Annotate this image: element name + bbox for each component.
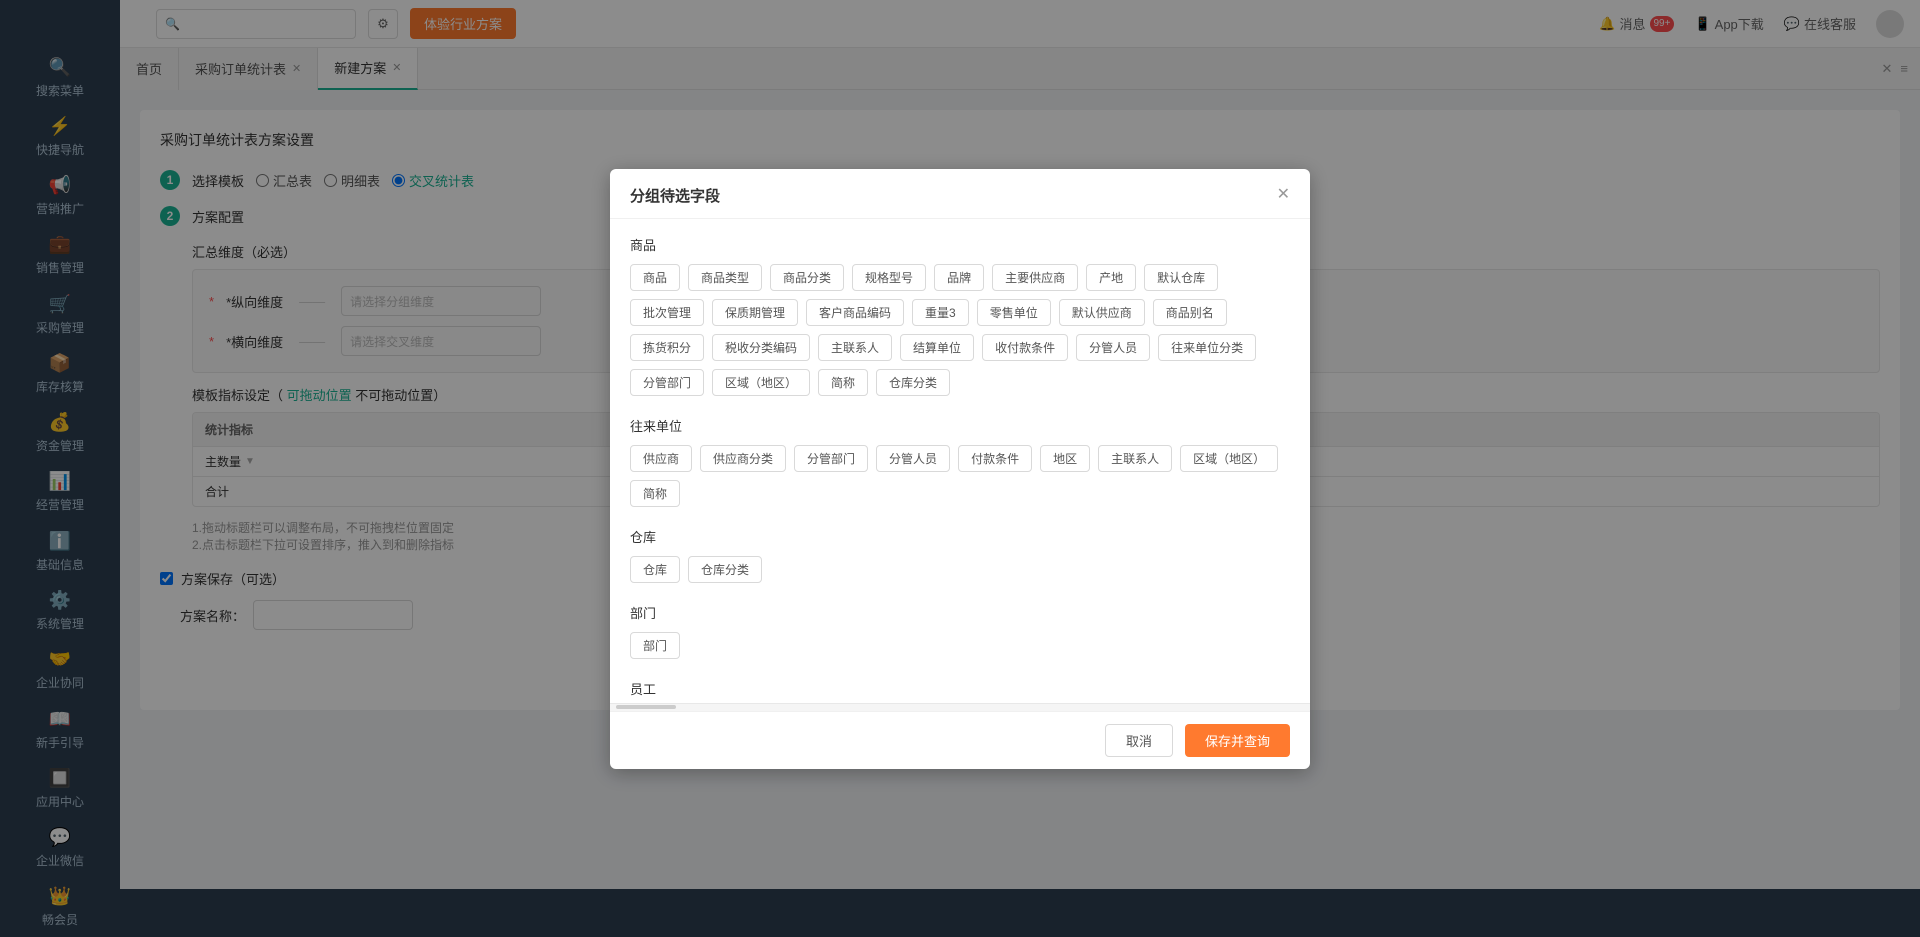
chip-warehouse[interactable]: 仓库 bbox=[630, 556, 680, 583]
chip-goods-brand[interactable]: 品牌 bbox=[934, 264, 984, 291]
warehouse-chips: 仓库 仓库分类 bbox=[630, 556, 1290, 583]
chip-goods-type[interactable]: 商品类型 bbox=[688, 264, 762, 291]
chip-partner-dept[interactable]: 分管部门 bbox=[794, 445, 868, 472]
chip-dept[interactable]: 部门 bbox=[630, 632, 680, 659]
section-dept-title: 部门 bbox=[630, 603, 1290, 622]
chip-goods-pick-score[interactable]: 拣货积分 bbox=[630, 334, 704, 361]
chip-partner-supervisor[interactable]: 分管人员 bbox=[876, 445, 950, 472]
modal-hscroll[interactable] bbox=[610, 703, 1310, 711]
chip-goods-weight[interactable]: 重量3 bbox=[912, 299, 969, 326]
chip-goods-expiry[interactable]: 保质期管理 bbox=[712, 299, 798, 326]
section-partner: 往来单位 供应商 供应商分类 分管部门 分管人员 付款条件 地区 主联系人 区域… bbox=[630, 416, 1290, 507]
chip-goods-default-supplier[interactable]: 默认供应商 bbox=[1059, 299, 1145, 326]
chip-goods-category[interactable]: 商品分类 bbox=[770, 264, 844, 291]
chip-goods-settle-unit[interactable]: 结算单位 bbox=[900, 334, 974, 361]
section-staff: 员工 业务员 bbox=[630, 679, 1290, 703]
chip-goods-customer-code[interactable]: 客户商品编码 bbox=[806, 299, 904, 326]
partner-chips: 供应商 供应商分类 分管部门 分管人员 付款条件 地区 主联系人 区域（地区） … bbox=[630, 445, 1290, 507]
chip-goods-default-warehouse[interactable]: 默认仓库 bbox=[1144, 264, 1218, 291]
modal-header: 分组待选字段 ✕ bbox=[610, 169, 1310, 219]
section-staff-title: 员工 bbox=[630, 679, 1290, 698]
dept-chips: 部门 bbox=[630, 632, 1290, 659]
chip-partner-pay-terms[interactable]: 付款条件 bbox=[958, 445, 1032, 472]
chip-partner-contact[interactable]: 主联系人 bbox=[1098, 445, 1172, 472]
confirm-button[interactable]: 保存并查询 bbox=[1185, 724, 1290, 757]
chip-partner-region[interactable]: 地区 bbox=[1040, 445, 1090, 472]
field-select-modal: 分组待选字段 ✕ 商品 商品 商品类型 商品分类 规格型号 品牌 主要供应商 产… bbox=[610, 169, 1310, 769]
cancel-button[interactable]: 取消 bbox=[1105, 724, 1173, 757]
chip-goods-origin[interactable]: 产地 bbox=[1086, 264, 1136, 291]
chip-goods-region[interactable]: 区域（地区） bbox=[712, 369, 810, 396]
chip-goods-abbr[interactable]: 简称 bbox=[818, 369, 868, 396]
chip-warehouse-cat[interactable]: 仓库分类 bbox=[688, 556, 762, 583]
chip-partner-abbr[interactable]: 简称 bbox=[630, 480, 680, 507]
modal-footer: 取消 保存并查询 bbox=[610, 711, 1310, 769]
chip-goods-warehouse-category[interactable]: 仓库分类 bbox=[876, 369, 950, 396]
chip-partner-supplier-cat[interactable]: 供应商分类 bbox=[700, 445, 786, 472]
chip-partner-supplier[interactable]: 供应商 bbox=[630, 445, 692, 472]
chip-goods-batch[interactable]: 批次管理 bbox=[630, 299, 704, 326]
section-goods: 商品 商品 商品类型 商品分类 规格型号 品牌 主要供应商 产地 默认仓库 批次… bbox=[630, 235, 1290, 396]
modal-overlay: 分组待选字段 ✕ 商品 商品 商品类型 商品分类 规格型号 品牌 主要供应商 产… bbox=[0, 0, 1920, 937]
modal-body[interactable]: 商品 商品 商品类型 商品分类 规格型号 品牌 主要供应商 产地 默认仓库 批次… bbox=[610, 219, 1310, 703]
section-warehouse: 仓库 仓库 仓库分类 bbox=[630, 527, 1290, 583]
chip-goods-product[interactable]: 商品 bbox=[630, 264, 680, 291]
section-dept: 部门 部门 bbox=[630, 603, 1290, 659]
chip-goods-tax-code[interactable]: 税收分类编码 bbox=[712, 334, 810, 361]
chip-goods-dept[interactable]: 分管部门 bbox=[630, 369, 704, 396]
chip-partner-area[interactable]: 区域（地区） bbox=[1180, 445, 1278, 472]
section-warehouse-title: 仓库 bbox=[630, 527, 1290, 546]
chip-goods-partner-category[interactable]: 往来单位分类 bbox=[1158, 334, 1256, 361]
modal-title: 分组待选字段 bbox=[630, 185, 720, 206]
goods-chips: 商品 商品类型 商品分类 规格型号 品牌 主要供应商 产地 默认仓库 批次管理 … bbox=[630, 264, 1290, 396]
chip-goods-spec[interactable]: 规格型号 bbox=[852, 264, 926, 291]
chip-goods-supervisor[interactable]: 分管人员 bbox=[1076, 334, 1150, 361]
chip-goods-pay-terms[interactable]: 收付款条件 bbox=[982, 334, 1068, 361]
modal-close-button[interactable]: ✕ bbox=[1277, 187, 1290, 203]
chip-goods-main-supplier[interactable]: 主要供应商 bbox=[992, 264, 1078, 291]
chip-goods-main-contact[interactable]: 主联系人 bbox=[818, 334, 892, 361]
section-goods-title: 商品 bbox=[630, 235, 1290, 254]
section-partner-title: 往来单位 bbox=[630, 416, 1290, 435]
chip-goods-retail-unit[interactable]: 零售单位 bbox=[977, 299, 1051, 326]
chip-goods-alias[interactable]: 商品别名 bbox=[1153, 299, 1227, 326]
